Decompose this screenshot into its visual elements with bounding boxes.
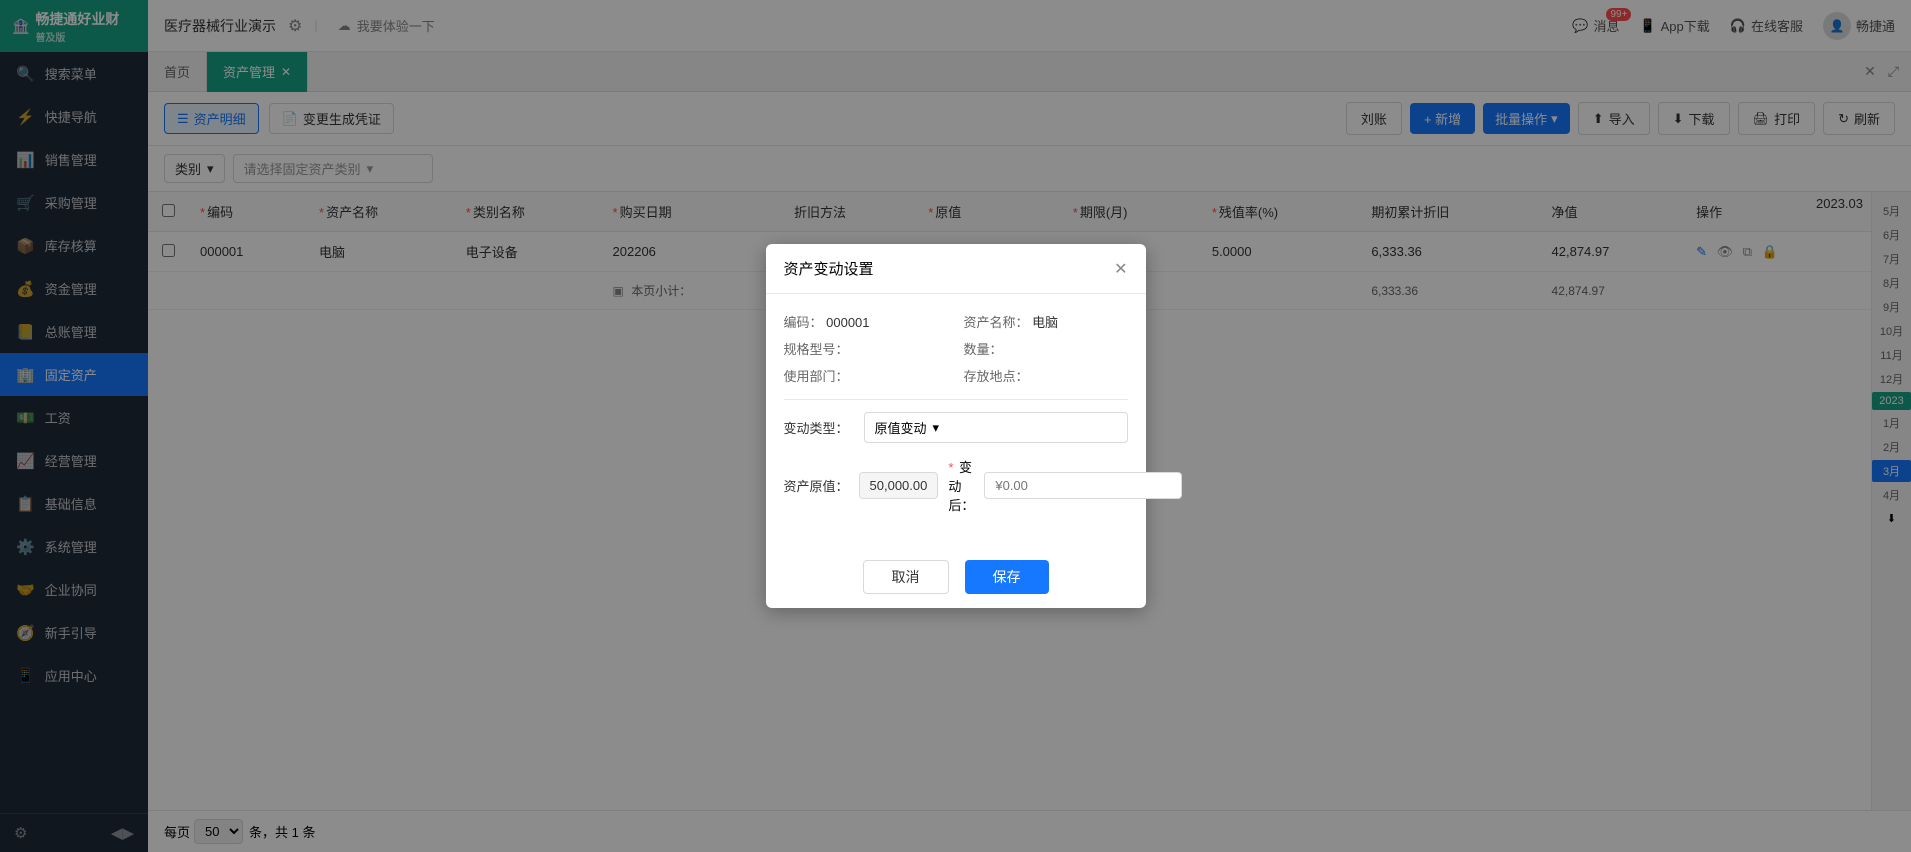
after-change-input[interactable] xyxy=(984,472,1182,499)
dropdown-chevron-icon: ▾ xyxy=(933,420,940,436)
modal-overlay[interactable]: 资产变动设置 ✕ 编码： 000001 资产名称： 电脑 规格型号： 数 xyxy=(0,0,1911,852)
info-quantity: 数量： xyxy=(964,339,1128,358)
save-button[interactable]: 保存 xyxy=(965,560,1049,594)
change-type-select[interactable]: 原值变动 ▾ xyxy=(864,412,1128,443)
modal-footer: 取消 保存 xyxy=(766,546,1146,608)
change-type-row: 变动类型： 原值变动 ▾ xyxy=(784,412,1128,443)
modal-divider xyxy=(784,399,1128,400)
info-grid: 编码： 000001 资产名称： 电脑 规格型号： 数量： 使用部门： xyxy=(784,312,1128,385)
value-row: 资产原值： 50,000.00 * 变动后： xyxy=(784,457,1128,514)
modal-body: 编码： 000001 资产名称： 电脑 规格型号： 数量： 使用部门： xyxy=(766,294,1146,546)
info-location: 存放地点： xyxy=(964,366,1128,385)
cancel-button[interactable]: 取消 xyxy=(863,560,949,594)
original-value-display: 50,000.00 xyxy=(859,472,939,499)
modal-close-btn[interactable]: ✕ xyxy=(1114,259,1127,279)
after-change-label: * 变动后： xyxy=(948,457,974,514)
info-asset-name: 资产名称： 电脑 xyxy=(964,312,1128,331)
modal-header: 资产变动设置 ✕ xyxy=(766,244,1146,294)
modal-title: 资产变动设置 xyxy=(784,258,874,279)
info-dept: 使用部门： xyxy=(784,366,948,385)
info-spec: 规格型号： xyxy=(784,339,948,358)
info-code: 编码： 000001 xyxy=(784,312,948,331)
asset-change-modal: 资产变动设置 ✕ 编码： 000001 资产名称： 电脑 规格型号： 数 xyxy=(766,244,1146,608)
